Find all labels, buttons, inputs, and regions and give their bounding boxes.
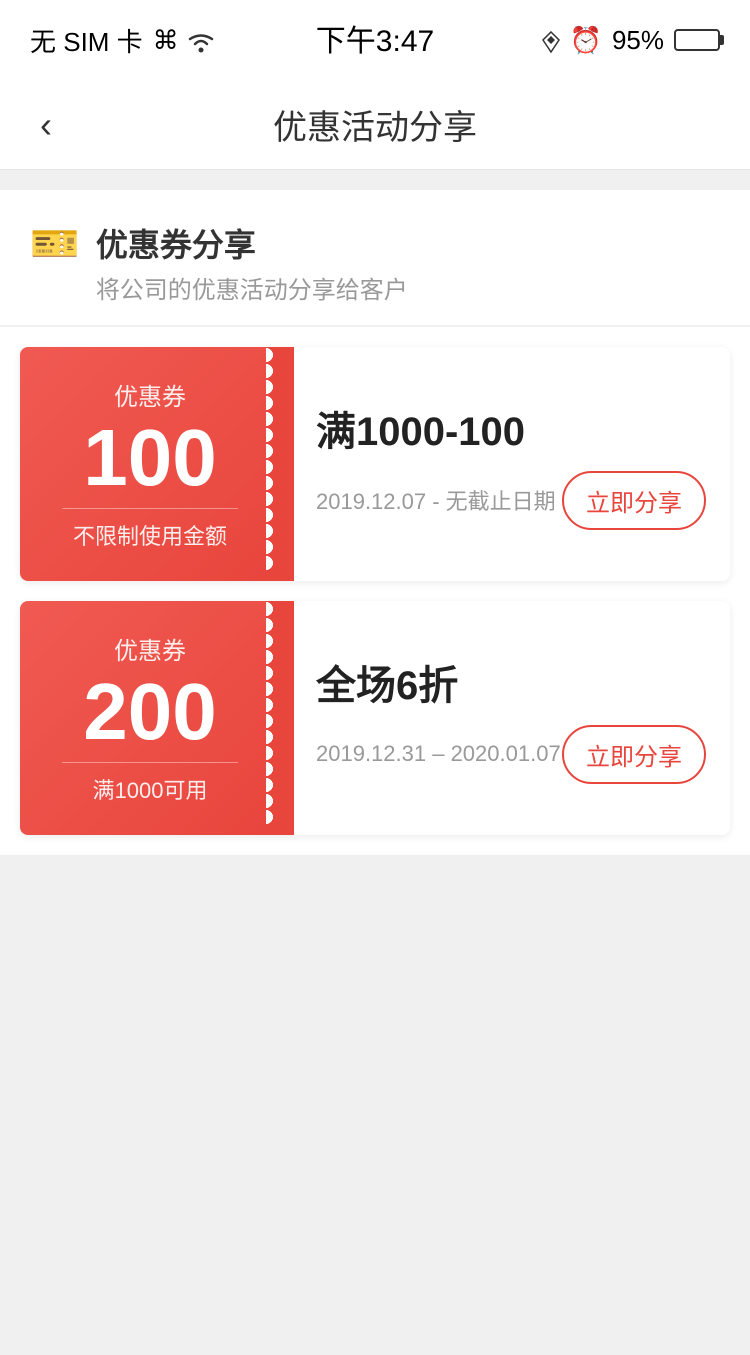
status-time: 下午3:47: [316, 16, 434, 60]
coupon-divider-1: [62, 508, 238, 509]
coupon-bottom-row-2: 2019.12.31 – 2020.01.07 立即分享: [316, 725, 706, 784]
battery-icon: [674, 29, 720, 51]
section-text: 优惠券分享 将公司的优惠活动分享给客户: [96, 220, 408, 305]
share-button-1[interactable]: 立即分享: [562, 471, 706, 530]
section-title: 优惠券分享: [96, 220, 408, 266]
section-header: 🎫 优惠券分享 将公司的优惠活动分享给客户: [0, 190, 750, 325]
wifi-icon: ⌘: [153, 25, 216, 56]
nav-bar: ‹ 优惠活动分享: [0, 80, 750, 170]
carrier-text: 无 SIM 卡: [30, 22, 143, 59]
coupon-condition-2: 满1000可用: [93, 773, 208, 805]
coupon-label-1: 优惠券: [114, 377, 186, 412]
coupons-container: 优惠券 100 不限制使用金额 满1000-100 2019.12.07 - 无…: [0, 327, 750, 855]
coupon-name-1: 满1000-100: [316, 399, 706, 457]
coupon-divider-2: [62, 762, 238, 763]
status-left: 无 SIM 卡 ⌘: [30, 22, 216, 59]
coupon-card-2: 优惠券 200 满1000可用 全场6折 2019.12.31 – 2020.0…: [20, 601, 730, 835]
coupon-amount-1: 100: [83, 418, 216, 498]
alarm-icon: ⏰: [570, 25, 602, 56]
coupon-section-icon: 🎫: [30, 220, 80, 267]
coupon-date-2: 2019.12.31 – 2020.01.07: [316, 741, 561, 767]
coupon-left-1: 优惠券 100 不限制使用金额: [20, 347, 280, 581]
status-bar: 无 SIM 卡 ⌘ 下午3:47 ⏰ 95%: [0, 0, 750, 80]
coupon-label-2: 优惠券: [114, 631, 186, 666]
bottom-area: [0, 855, 750, 1355]
coupon-right-1: 满1000-100 2019.12.07 - 无截止日期 立即分享: [280, 347, 730, 581]
coupon-amount-2: 200: [83, 672, 216, 752]
coupon-right-2: 全场6折 2019.12.31 – 2020.01.07 立即分享: [280, 601, 730, 835]
coupon-name-2: 全场6折: [316, 653, 706, 711]
coupon-card-1: 优惠券 100 不限制使用金额 满1000-100 2019.12.07 - 无…: [20, 347, 730, 581]
share-button-2[interactable]: 立即分享: [562, 725, 706, 784]
nav-title: 优惠活动分享: [273, 100, 477, 149]
coupon-date-1: 2019.12.07 - 无截止日期: [316, 484, 556, 516]
back-button[interactable]: ‹: [30, 94, 62, 156]
section-subtitle: 将公司的优惠活动分享给客户: [96, 270, 408, 305]
battery-percent: 95%: [612, 25, 664, 56]
coupon-condition-1: 不限制使用金额: [73, 519, 227, 551]
status-right: ⏰ 95%: [542, 25, 720, 56]
location-icon: [542, 25, 560, 56]
coupon-left-2: 优惠券 200 满1000可用: [20, 601, 280, 835]
coupon-bottom-row-1: 2019.12.07 - 无截止日期 立即分享: [316, 471, 706, 530]
